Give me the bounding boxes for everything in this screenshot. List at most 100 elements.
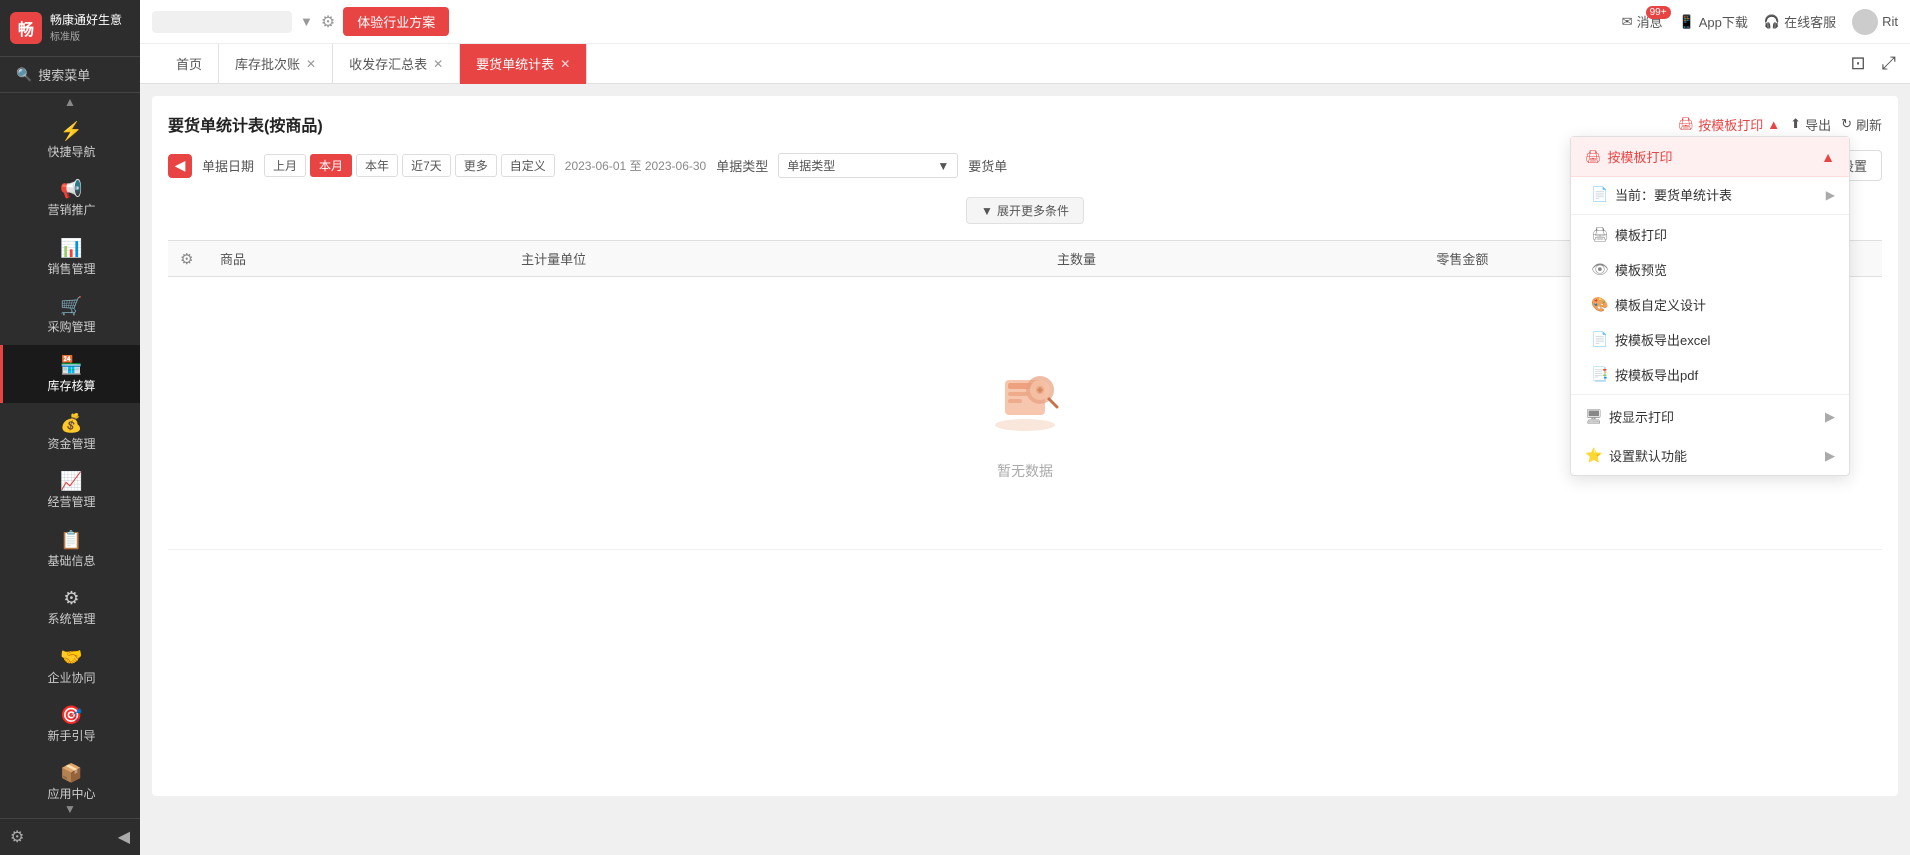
template-custom-menu-label: 模板自定义设计: [1615, 295, 1706, 314]
system-icon: ⚙: [63, 588, 79, 609]
table-col-unit: 主计量单位: [509, 241, 1045, 277]
app-download-label: App下载: [1699, 12, 1748, 31]
marketing-icon: 📢: [60, 179, 82, 200]
order-type-select[interactable]: 单据类型 ▼: [778, 153, 958, 178]
dropdown-item-display-print[interactable]: 🖥 按显示打印 ▶: [1571, 397, 1849, 436]
topbar: ▼ ⚙ 体验行业方案 ✉ 消息 99+ 📱 App下载 🎧 在线客服 Rit: [140, 0, 1910, 44]
tab-inventory-batch-close[interactable]: ✕: [306, 57, 316, 71]
collapse-sidebar-icon[interactable]: ◀: [118, 827, 130, 847]
sidebar-item-finance[interactable]: 💰 资金管理: [0, 403, 140, 461]
tab-receivables[interactable]: 收发存汇总表 ✕: [333, 44, 460, 84]
sidebar-search[interactable]: 🔍 搜索菜单: [0, 57, 140, 93]
dropdown-header[interactable]: 🖨 按模板打印 ▲: [1571, 137, 1849, 177]
sidebar-item-guide[interactable]: 🎯 新手引导: [0, 695, 140, 753]
template-custom-menu-icon: 🎨: [1591, 296, 1607, 313]
date-btn-last-month[interactable]: 上月: [264, 154, 306, 177]
set-default-arrow: ▶: [1825, 448, 1835, 464]
table-col-product: 商品: [208, 241, 509, 277]
sidebar-item-sales[interactable]: 📊 销售管理: [0, 228, 140, 286]
date-btn-custom[interactable]: 自定义: [501, 154, 555, 177]
messages-btn[interactable]: ✉ 消息 99+: [1622, 12, 1663, 31]
app-download-btn[interactable]: 📱 App下载: [1679, 12, 1748, 31]
template-print-arrow: ▲: [1767, 117, 1780, 132]
app-name: 畅康通好生意: [50, 13, 122, 29]
order-tag-label: 要货单: [968, 156, 1007, 175]
tab-home-label: 首页: [176, 54, 202, 73]
sidebar-item-appstore[interactable]: 📦 应用中心: [0, 753, 140, 800]
settings-icon[interactable]: ⚙: [10, 827, 24, 847]
sidebar-item-label: 资金管理: [47, 437, 95, 451]
sidebar-scroll-up[interactable]: ▲: [0, 93, 140, 111]
dropdown-item-template-preview[interactable]: 👁 模板预览: [1571, 252, 1849, 287]
refresh-btn[interactable]: ↻ 刷新: [1841, 115, 1882, 134]
column-settings-icon[interactable]: ⚙: [180, 251, 193, 268]
dropdown-item-template-excel[interactable]: 📄 按模板导出excel: [1571, 322, 1849, 357]
sidebar-item-collab[interactable]: 🤝 企业协同: [0, 637, 140, 695]
scroll-down-button[interactable]: ▼: [64, 802, 76, 816]
topbar-left: ▼ ⚙ 体验行业方案: [152, 7, 1614, 36]
template-excel-menu-icon: 📄: [1591, 331, 1607, 348]
tab-inventory-batch[interactable]: 库存批次账 ✕: [219, 44, 333, 84]
online-service-btn[interactable]: 🎧 在线客服: [1764, 12, 1836, 31]
guide-icon: 🎯: [60, 705, 82, 726]
dropdown-item-set-default[interactable]: ⭐ 设置默认功能 ▶: [1571, 436, 1849, 475]
date-btn-this-year[interactable]: 本年: [356, 154, 398, 177]
export-btn[interactable]: ⬆ 导出: [1790, 115, 1831, 134]
filter-expand-btn[interactable]: ◀: [168, 154, 192, 178]
sidebar-item-label: 系统管理: [47, 612, 95, 626]
tab-expand-icon[interactable]: ⊡: [1847, 49, 1870, 78]
date-btn-7days[interactable]: 近7天: [402, 154, 451, 177]
tab-receivables-label: 收发存汇总表: [349, 54, 427, 73]
date-btn-this-month[interactable]: 本月: [310, 154, 352, 177]
date-buttons: 上月 本月 本年 近7天 更多 自定义: [264, 154, 555, 177]
sidebar-item-purchase[interactable]: 🛒 采购管理: [0, 286, 140, 344]
app-badge: 标准版: [50, 28, 122, 43]
date-filter-label: 单据日期: [202, 156, 254, 175]
scroll-up-button[interactable]: ▲: [64, 95, 76, 109]
page-title: 要货单统计表(按商品): [168, 112, 323, 136]
user-name: Rit: [1882, 14, 1898, 29]
dropdown-current-item[interactable]: 📄 当前：要货单统计表 ▶: [1571, 177, 1849, 212]
tab-order-stats-close[interactable]: ✕: [560, 57, 570, 71]
tab-receivables-close[interactable]: ✕: [433, 57, 443, 71]
dropdown-item-template-print[interactable]: 🖨 模板打印: [1571, 217, 1849, 252]
topbar-search-input[interactable]: [152, 11, 292, 33]
tab-fullscreen-icon[interactable]: ⤢: [1878, 49, 1900, 78]
sidebar-item-operation[interactable]: 📈 经营管理: [0, 461, 140, 519]
sidebar-item-system[interactable]: ⚙ 系统管理: [0, 578, 140, 636]
template-pdf-menu-label: 按模板导出pdf: [1615, 365, 1698, 384]
trial-btn[interactable]: 体验行业方案: [343, 7, 449, 36]
current-template-icon: 📄: [1591, 186, 1607, 203]
sidebar-item-label: 快捷导航: [47, 145, 95, 159]
dropdown-divider-2: [1571, 394, 1849, 395]
sidebar-item-label: 企业协同: [47, 671, 95, 685]
display-print-arrow: ▶: [1825, 409, 1835, 425]
dropdown-item-template-custom[interactable]: 🎨 模板自定义设计: [1571, 287, 1849, 322]
printer-dropdown-icon: 🖨: [1585, 149, 1602, 165]
expand-more-btn[interactable]: ▼ 展开更多条件: [966, 197, 1084, 224]
template-print-btn[interactable]: 🖨 按模板打印 ▲: [1678, 115, 1780, 134]
service-icon: 🎧: [1764, 14, 1780, 30]
tab-bar-actions: ⊡ ⤢: [1847, 49, 1910, 78]
dropdown-header-left: 🖨 按模板打印: [1585, 147, 1673, 166]
inventory-icon: 🏪: [60, 355, 82, 376]
dropdown-item-template-pdf[interactable]: 📑 按模板导出pdf: [1571, 357, 1849, 392]
sidebar-item-basic[interactable]: 📋 基础信息: [0, 520, 140, 578]
topbar-gear-icon[interactable]: ⚙: [321, 12, 335, 32]
dropdown-collapse-icon[interactable]: ▲: [1821, 149, 1835, 165]
order-type-label: 单据类型: [716, 156, 768, 175]
tab-home[interactable]: 首页: [160, 44, 219, 84]
sidebar-item-marketing[interactable]: 📢 营销推广: [0, 169, 140, 227]
sidebar-item-quick-nav[interactable]: ⚡ 快捷导航: [0, 111, 140, 169]
sidebar-item-label: 基础信息: [47, 554, 95, 568]
user-area[interactable]: Rit: [1852, 9, 1898, 35]
sidebar-nav: ⚡ 快捷导航 📢 营销推广 📊 销售管理 🛒 采购管理 🏪 库存核算 💰 资金管…: [0, 111, 140, 800]
topbar-dropdown-arrow[interactable]: ▼: [300, 14, 313, 29]
date-btn-more[interactable]: 更多: [455, 154, 497, 177]
sidebar-item-inventory[interactable]: 🏪 库存核算: [0, 345, 140, 403]
tab-order-stats[interactable]: 要货单统计表 ✕: [460, 44, 587, 84]
user-avatar: [1852, 9, 1878, 35]
template-print-label: 按模板打印: [1698, 115, 1763, 134]
sidebar-scroll-down[interactable]: ▼: [0, 800, 140, 818]
export-icon: ⬆: [1790, 116, 1801, 132]
